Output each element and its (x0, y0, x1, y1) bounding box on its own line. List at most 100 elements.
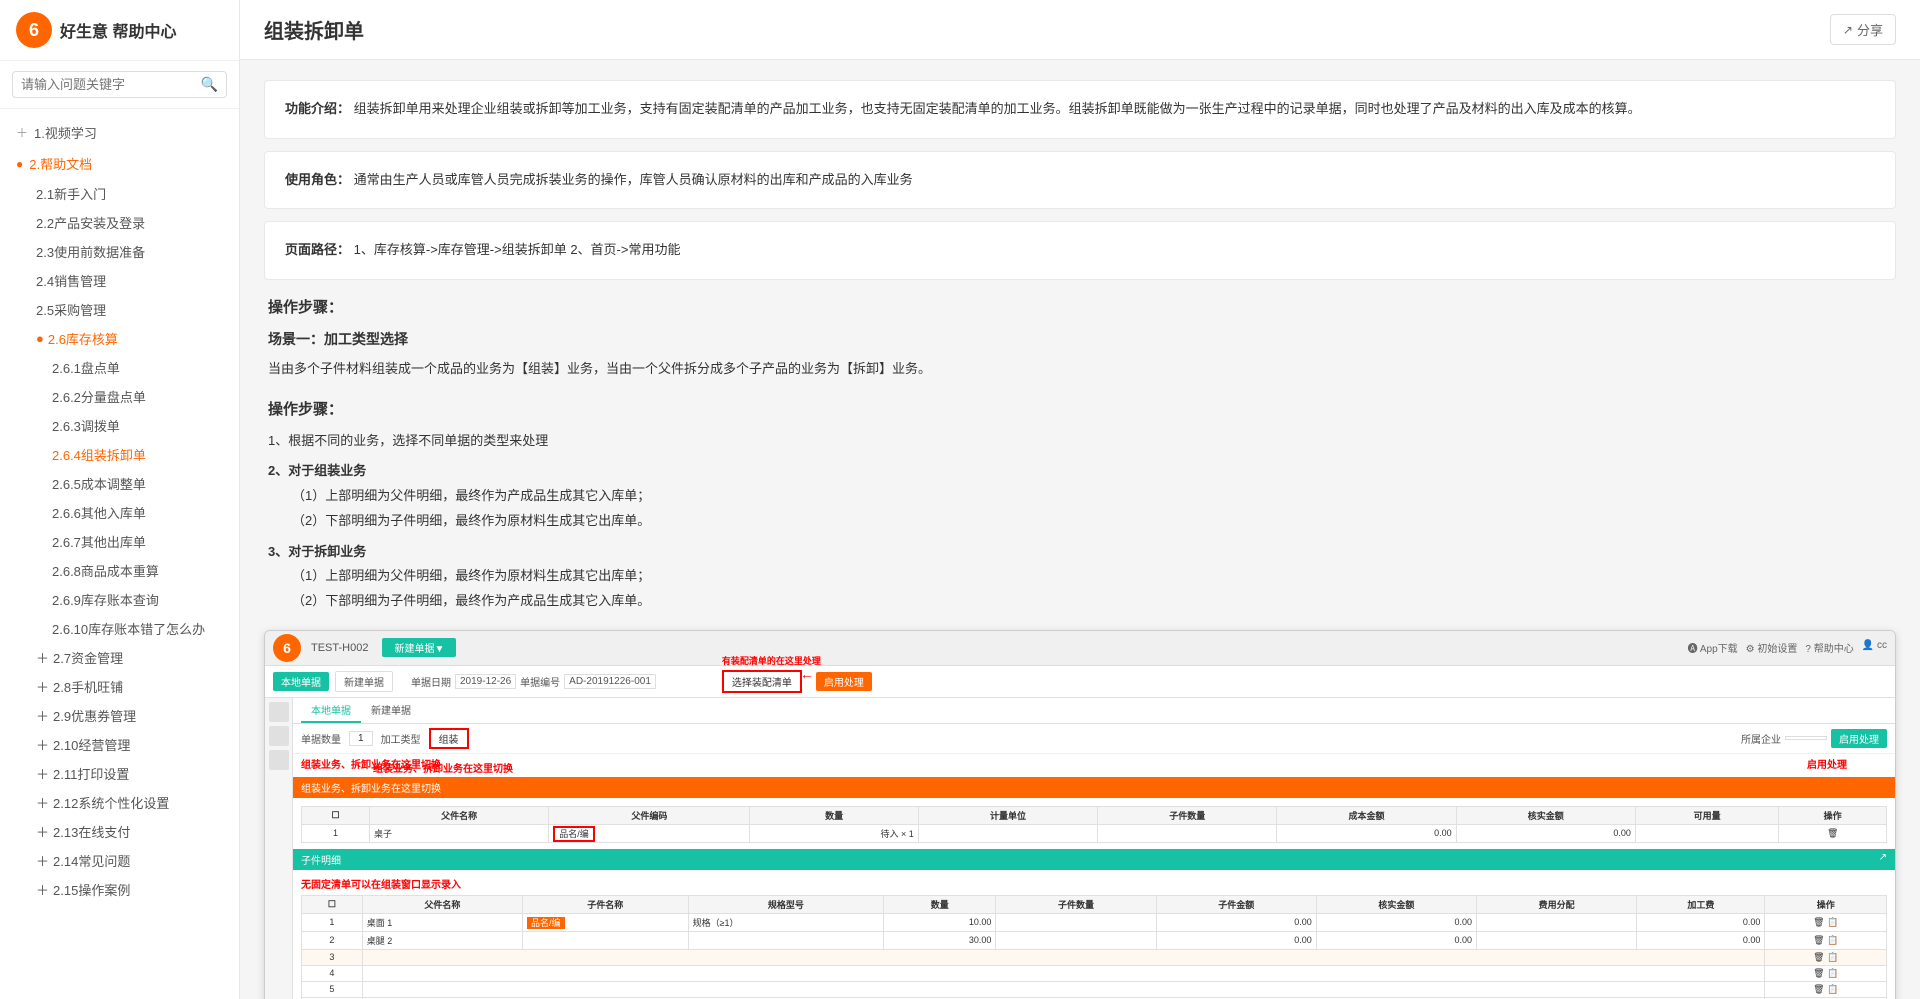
mock-col-unit: 计量单位 (918, 806, 1097, 824)
sidebar-item-inventory-2[interactable]: 2.6.2分量盘点单 (0, 382, 239, 411)
scenario1-title: 场景一：加工类型选择 (268, 329, 1892, 349)
func-intro-box: 功能介绍： 组装拆卸单用来处理企业组装或拆卸等加工业务，支持有固定装配清单的产品… (264, 80, 1896, 139)
plus-icon-system: ＋ (36, 793, 49, 812)
step2-1: （1）上部明细为父件明细，最终作为产成品生成其它入库单； (292, 484, 1892, 509)
mock-col-avail: 可用量 (1635, 806, 1778, 824)
mock-type-val: 组装 (429, 728, 469, 749)
mock-form-label1: 单据数量 (301, 731, 341, 746)
mock-annotation3-text: 启用处理 (1807, 756, 1847, 771)
mock-col-ops: 操作 (1779, 806, 1887, 824)
logo-area: 6 好生意 帮助中心 (0, 0, 239, 61)
func-intro-text: 组装拆卸单用来处理企业组装或拆卸等加工业务，支持有固定装配清单的产品加工业务，也… (354, 101, 1641, 116)
sidebar-item-data[interactable]: 2.3使用前数据准备 (0, 237, 239, 266)
sidebar-item-inventory-3[interactable]: 2.6.3调拨单 (0, 411, 239, 440)
search-input[interactable] (21, 77, 201, 92)
step3: 3、对于拆卸业务 (268, 540, 1892, 565)
share-button[interactable]: ↗ 分享 (1830, 14, 1896, 45)
sidebar-item-inventory-9[interactable]: 2.6.9库存账本查询 (0, 585, 239, 614)
sidebar-item-purchase[interactable]: 2.5采购管理 (0, 295, 239, 324)
nav-tree: ＋ 1.视频学习 ● 2.帮助文档 2.1新手入门 2.2产品安装及登录 2.3… (0, 109, 239, 999)
mock-col-parent-name: 父件名称 (370, 806, 549, 824)
mock-col-subqty: 子件数量 (1098, 806, 1277, 824)
mock-sidebar-icon3 (269, 750, 289, 770)
step1: 1、根据不同的业务，选择不同单据的类型来处理 (268, 429, 1892, 454)
plus-icon-coupon: ＋ (36, 706, 49, 725)
mock-date-label: 单据日期 (411, 674, 451, 689)
search-icon[interactable]: 🔍 (201, 76, 218, 93)
step2: 2、对于组装业务 (268, 459, 1892, 484)
sidebar-item-system[interactable]: ＋ 2.12系统个性化设置 (0, 788, 239, 817)
mock-date-val: 2019-12-26 (455, 674, 516, 689)
sidebar-item-newbie[interactable]: 2.1新手入门 (0, 179, 239, 208)
mock-tab-new: 新建单据 (361, 698, 421, 723)
sidebar-item-sales[interactable]: 2.4销售管理 (0, 266, 239, 295)
sidebar-item-operation[interactable]: ＋ 2.10经营管理 (0, 730, 239, 759)
mock-col-actual: 核实金额 (1456, 806, 1635, 824)
mock-set-icon: ⚙ 初始设置 (1746, 640, 1798, 655)
mock-sub-bar: 子件明细 ↗ (293, 849, 1895, 870)
search-area: 🔍 (0, 61, 239, 109)
page-title: 组装拆卸单 (264, 15, 364, 44)
sidebar-item-finance[interactable]: ＋ 2.7资金管理 (0, 643, 239, 672)
mock-btn-enable-top: 启用处理 (816, 672, 872, 691)
step2-2: （2）下部明细为子件明细，最终作为原材料生成其它出库单。 (292, 509, 1892, 534)
minus-icon: ● (16, 157, 23, 171)
ops-title: 操作步骤： (268, 296, 1892, 317)
mock-child-row4: 4 🗑 📋 (302, 965, 1887, 981)
path-box: 页面路径： 1、库存核算->库存管理->组装拆卸单 2、首页->常用功能 (264, 221, 1896, 280)
mock-col-qty: 数量 (750, 806, 918, 824)
sidebar-item-coupon[interactable]: ＋ 2.9优惠券管理 (0, 701, 239, 730)
mock-tab-local: 本地单据 (301, 698, 361, 723)
mock-qty-val: 1 (349, 731, 373, 746)
screenshot-container: 6 TEST-H002 新建单据▼ 🅐 App下载 ⚙ 初始设置 ? 帮助中心 … (264, 630, 1896, 999)
mock-form-label2: 加工类型 (381, 731, 421, 746)
mock-child-row1: 1 桌面 1 品名/编 规格（≥1） 10.00 0.00 0.00 (302, 913, 1887, 931)
content-area: 功能介绍： 组装拆卸单用来处理企业组装或拆卸等加工业务，支持有固定装配清单的产品… (240, 60, 1920, 999)
mock-assembly-bar: 组装业务、拆卸业务在这里切换 (293, 777, 1895, 798)
sidebar-item-inventory-7[interactable]: 2.6.7其他出库单 (0, 527, 239, 556)
sidebar-item-inventory[interactable]: ● 2.6库存核算 (0, 324, 239, 353)
mock-user-icon: 👤 cc (1862, 640, 1887, 655)
sidebar-item-print[interactable]: ＋ 2.11打印设置 (0, 759, 239, 788)
sidebar-item-inventory-4[interactable]: 2.6.4组装拆卸单 (0, 440, 239, 469)
sidebar-item-install[interactable]: 2.2产品安装及登录 (0, 208, 239, 237)
plus-icon-mobile: ＋ (36, 677, 49, 696)
step3-1: （1）上部明细为父件明细，最终作为原材料生成其它出库单； (292, 564, 1892, 589)
sidebar-item-mobile[interactable]: ＋ 2.8手机旺铺 (0, 672, 239, 701)
sidebar-item-inventory-10[interactable]: 2.6.10库存账本错了怎么办 (0, 614, 239, 643)
mock-arrow1: ← (800, 666, 814, 682)
mock-col-parent-code: 父件编码 (549, 806, 750, 824)
mock-child-row3: 3 🗑 📋 (302, 949, 1887, 965)
mock-org-input (1785, 736, 1827, 740)
mock-col-check: ☐ (302, 806, 370, 824)
main-area: 组装拆卸单 ↗ 分享 功能介绍： 组装拆卸单用来处理企业组装或拆卸等加工业务，支… (240, 0, 1920, 999)
mock-btn-local: 新建单据 (335, 671, 393, 692)
mock-order-label: 单据编号 (520, 674, 560, 689)
mock-test-id: TEST-H002 (311, 642, 368, 654)
plus-icon-cases: ＋ (36, 880, 49, 899)
func-intro-label: 功能介绍： (285, 101, 350, 116)
plus-icon: ＋ (16, 124, 28, 141)
sidebar-item-video[interactable]: ＋ 1.视频学习 (0, 117, 239, 148)
share-label: 分享 (1857, 20, 1883, 39)
mock-select-btn: 选择装配清单 (722, 670, 802, 693)
sidebar-item-inventory-6[interactable]: 2.6.6其他入库单 (0, 498, 239, 527)
sidebar-item-inventory-5[interactable]: 2.6.5成本调整单 (0, 469, 239, 498)
role-label: 使用角色： (285, 172, 350, 187)
search-box: 🔍 (12, 71, 227, 98)
plus-icon-finance: ＋ (36, 648, 49, 667)
mock-child-table: ☐ 父件名称 子件名称 规格型号 数量 子件数量 子件金额 核实金额 费用分配 (301, 895, 1887, 999)
mock-annotation4: 无固定清单可以在组装窗口显示录入 (301, 876, 1887, 891)
logo-icon: 6 (16, 12, 52, 48)
mock-sidebar-icon1 (269, 702, 289, 722)
sidebar-item-inventory-1[interactable]: 2.6.1盘点单 (0, 353, 239, 382)
mock-org-label: 所属企业 (1741, 731, 1781, 746)
role-box: 使用角色： 通常由生产人员或库管人员完成拆装业务的操作，库管人员确认原材料的出库… (264, 151, 1896, 210)
sidebar-item-faq[interactable]: ＋ 2.14常见问题 (0, 846, 239, 875)
path-label: 页面路径： (285, 242, 350, 257)
sidebar-item-payment[interactable]: ＋ 2.13在线支付 (0, 817, 239, 846)
sidebar-item-cases[interactable]: ＋ 2.15操作案例 (0, 875, 239, 904)
sidebar-item-help[interactable]: ● 2.帮助文档 (0, 148, 239, 179)
sidebar-item-inventory-8[interactable]: 2.6.8商品成本重算 (0, 556, 239, 585)
mock-order-val: AD-20191226-001 (564, 674, 656, 689)
